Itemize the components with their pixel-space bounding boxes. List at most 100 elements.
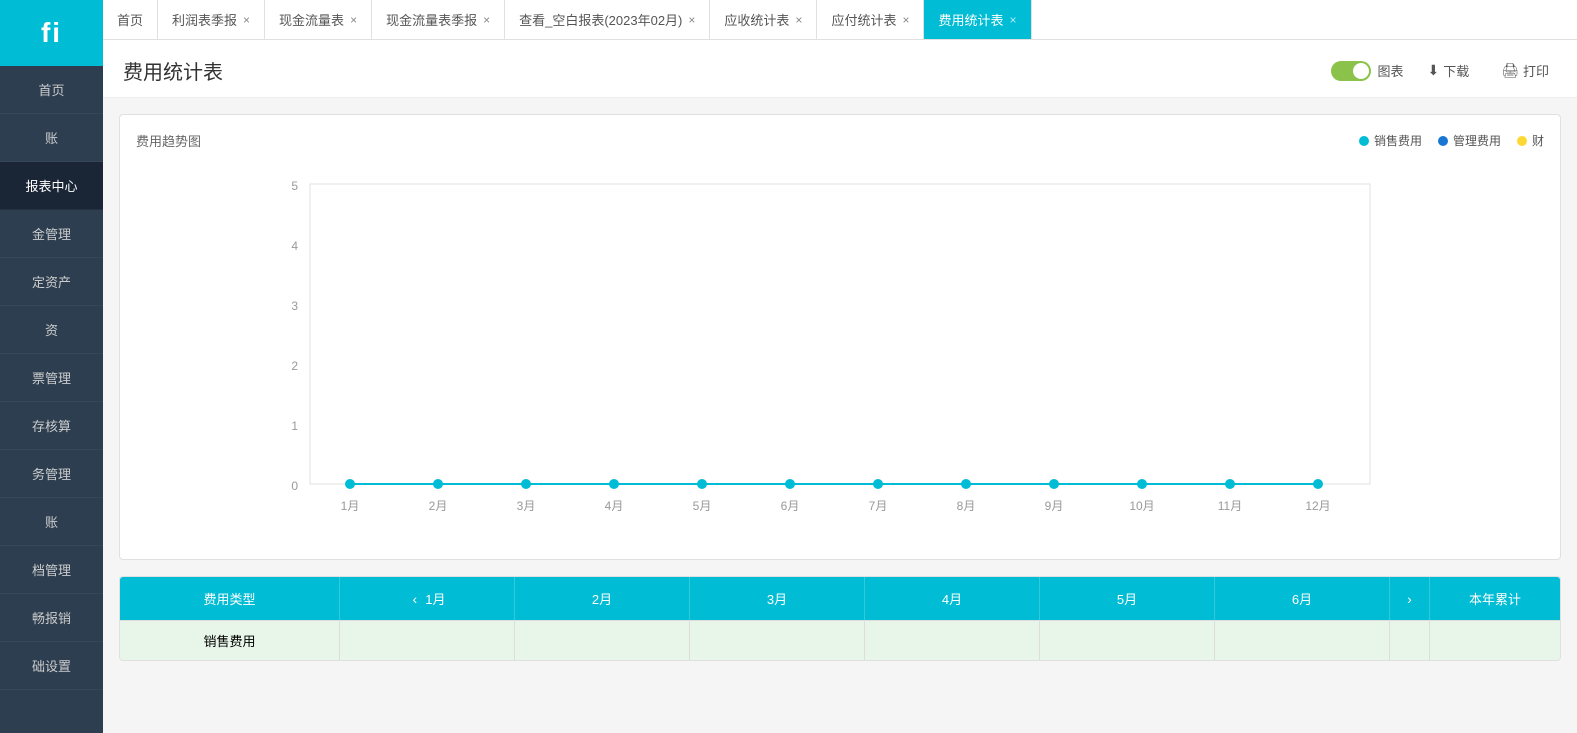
chart-container: 费用趋势图 销售费用 管理费用 财 (119, 114, 1561, 560)
svg-text:3月: 3月 (517, 499, 536, 513)
sidebar-item-cash-mgmt[interactable]: 金管理 (0, 210, 103, 258)
svg-text:11月: 11月 (1218, 499, 1242, 513)
data-table: 费用类型 ‹ 1月 2月 3月 4月 5月 6月 › 本年累计 销售费用 (119, 576, 1561, 661)
tab-expense-label: 费用统计表 (938, 10, 1003, 29)
svg-text:7月: 7月 (869, 499, 888, 513)
tab-profit-quarterly-label: 利润表季报 (172, 10, 237, 29)
col-m2: 2月 (515, 577, 690, 620)
print-button[interactable]: 🖨 打印 (1493, 57, 1557, 84)
chart-toggle[interactable] (1331, 61, 1371, 81)
legend-sales-expense: 销售费用 (1359, 132, 1422, 149)
svg-text:4: 4 (291, 239, 298, 253)
nav-next-button[interactable]: › (1403, 591, 1416, 607)
sidebar-item-salary[interactable]: 资 (0, 306, 103, 354)
col-nav-next[interactable]: › (1390, 577, 1430, 620)
sidebar-item-account[interactable]: 账 (0, 114, 103, 162)
print-icon: 🖨 (1501, 62, 1519, 79)
tab-payable[interactable]: 应付统计表 × (817, 0, 924, 39)
chart-header: 费用趋势图 销售费用 管理费用 财 (136, 131, 1544, 150)
row-m1 (340, 621, 515, 660)
tab-receivable[interactable]: 应收统计表 × (710, 0, 817, 39)
trend-chart: 5 4 3 2 1 0 (136, 160, 1544, 540)
col-total: 本年累计 (1430, 577, 1560, 620)
legend-mgmt-expense: 管理费用 (1438, 132, 1501, 149)
tab-home-label: 首页 (117, 10, 143, 29)
legend-sales-dot (1359, 136, 1369, 146)
col-m5: 5月 (1040, 577, 1215, 620)
sidebar-item-home[interactable]: 首页 (0, 66, 103, 114)
sidebar-item-ledger[interactable]: 账 (0, 498, 103, 546)
tab-payable-close[interactable]: × (902, 13, 909, 27)
tab-expense[interactable]: 费用统计表 × (924, 0, 1031, 39)
sidebar-item-base-settings[interactable]: 础设置 (0, 642, 103, 690)
row-type: 销售费用 (120, 621, 340, 660)
download-icon: ⬇ (1427, 62, 1439, 79)
legend-finance-dot (1517, 136, 1527, 146)
nav-prev-button[interactable]: ‹ (409, 591, 422, 607)
tab-cashflow-quarterly[interactable]: 现金流量表季报 × (372, 0, 505, 39)
col-m3: 3月 (690, 577, 865, 620)
svg-text:5: 5 (291, 179, 298, 193)
svg-text:5月: 5月 (693, 499, 712, 513)
print-label: 打印 (1523, 61, 1549, 80)
tab-receivable-close[interactable]: × (795, 13, 802, 27)
tab-profit-quarterly-close[interactable]: × (243, 13, 250, 27)
row-m6 (1215, 621, 1390, 660)
row-nav (1390, 621, 1430, 660)
sidebar-item-archive[interactable]: 档管理 (0, 546, 103, 594)
tab-receivable-label: 应收统计表 (724, 10, 789, 29)
svg-text:1: 1 (291, 419, 298, 433)
tab-cashflow-close[interactable]: × (350, 13, 357, 27)
tab-cashflow[interactable]: 现金流量表 × (265, 0, 372, 39)
svg-text:6月: 6月 (781, 499, 800, 513)
row-m3 (690, 621, 865, 660)
header-actions: 图表 ⬇ 下载 🖨 打印 (1331, 57, 1557, 84)
svg-text:8月: 8月 (957, 499, 976, 513)
col-type: 费用类型 (120, 577, 340, 620)
chart-title: 费用趋势图 (136, 131, 201, 150)
sidebar-item-ticket-mgmt[interactable]: 票管理 (0, 354, 103, 402)
chart-svg-wrapper: 5 4 3 2 1 0 (136, 160, 1544, 543)
tab-bar: 首页 利润表季报 × 现金流量表 × 现金流量表季报 × 查看_空白报表(202… (103, 0, 1577, 40)
svg-text:9月: 9月 (1045, 499, 1064, 513)
col-nav-prev[interactable]: ‹ 1月 (340, 577, 515, 620)
download-label: 下载 (1443, 61, 1469, 80)
sidebar-item-report-center[interactable]: 报表中心 (0, 162, 103, 210)
sidebar-item-expense[interactable]: 畅报销 (0, 594, 103, 642)
tab-home[interactable]: 首页 (103, 0, 158, 39)
page-header: 费用统计表 图表 ⬇ 下载 🖨 打印 (103, 40, 1577, 98)
chart-toggle-label: 图表 (1377, 61, 1403, 80)
svg-text:3: 3 (291, 299, 298, 313)
chart-legend: 销售费用 管理费用 财 (1359, 132, 1544, 149)
svg-text:10月: 10月 (1129, 499, 1154, 513)
row-m2 (515, 621, 690, 660)
main-content: 首页 利润表季报 × 现金流量表 × 现金流量表季报 × 查看_空白报表(202… (103, 0, 1577, 733)
sidebar-item-inventory[interactable]: 存核算 (0, 402, 103, 450)
download-button[interactable]: ⬇ 下载 (1419, 57, 1477, 84)
tab-cashflow-quarterly-close[interactable]: × (483, 13, 490, 27)
tab-expense-close[interactable]: × (1009, 13, 1016, 27)
svg-text:1月: 1月 (341, 499, 360, 513)
table-row: 销售费用 (120, 620, 1560, 660)
col-m6: 6月 (1215, 577, 1390, 620)
sidebar-item-affairs-mgmt[interactable]: 务管理 (0, 450, 103, 498)
col-m1: 1月 (425, 589, 445, 608)
legend-mgmt-dot (1438, 136, 1448, 146)
legend-finance-expense: 财 (1517, 132, 1544, 149)
legend-sales-label: 销售费用 (1374, 132, 1422, 149)
tab-blank-report[interactable]: 查看_空白报表(2023年02月) × (505, 0, 710, 39)
chart-toggle-wrapper: 图表 (1331, 61, 1403, 81)
col-m4: 4月 (865, 577, 1040, 620)
legend-mgmt-label: 管理费用 (1453, 132, 1501, 149)
tab-profit-quarterly[interactable]: 利润表季报 × (158, 0, 265, 39)
tab-cashflow-label: 现金流量表 (279, 10, 344, 29)
svg-text:12月: 12月 (1305, 499, 1330, 513)
svg-text:2月: 2月 (429, 499, 448, 513)
tab-blank-report-label: 查看_空白报表(2023年02月) (519, 10, 682, 29)
tab-blank-report-close[interactable]: × (688, 13, 695, 27)
page-title: 费用统计表 (123, 56, 223, 85)
table-header: 费用类型 ‹ 1月 2月 3月 4月 5月 6月 › 本年累计 (120, 577, 1560, 620)
sidebar-item-fixed-assets[interactable]: 定资产 (0, 258, 103, 306)
tab-payable-label: 应付统计表 (831, 10, 896, 29)
tab-cashflow-quarterly-label: 现金流量表季报 (386, 10, 477, 29)
